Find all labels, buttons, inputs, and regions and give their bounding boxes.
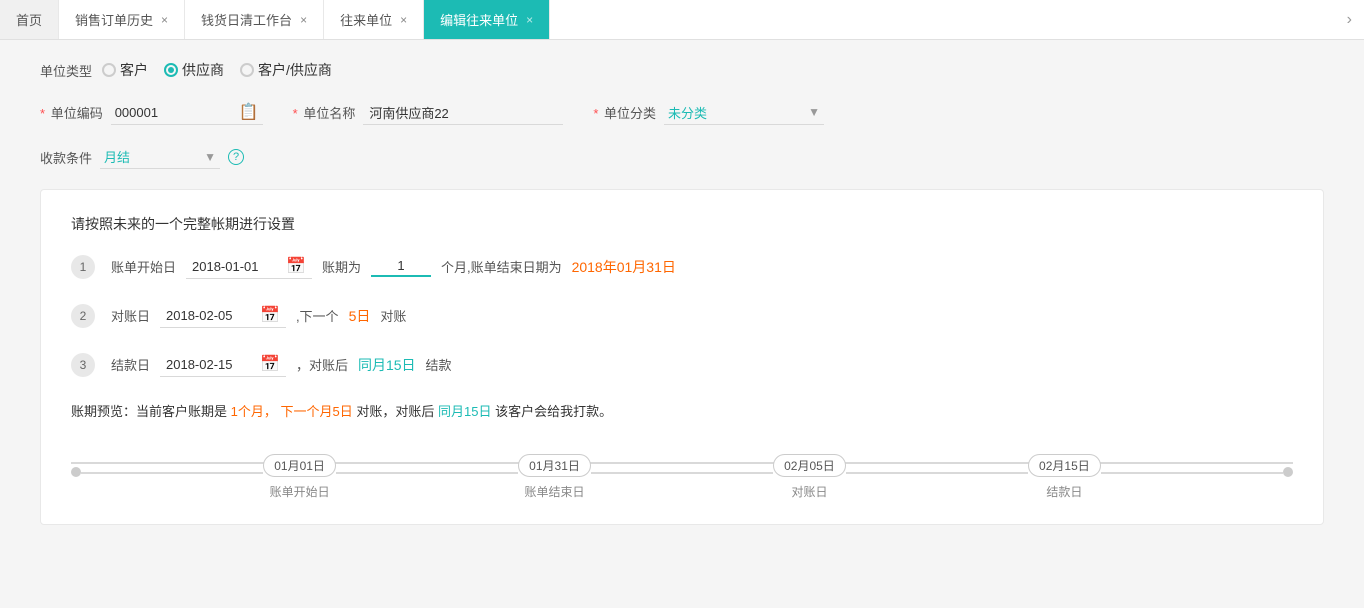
- close-tab-cash-work[interactable]: ×: [300, 13, 307, 27]
- copy-icon[interactable]: 📋: [239, 102, 259, 122]
- label-month: 个月,账单结束日期为: [441, 257, 562, 276]
- unit-code-input[interactable]: [115, 105, 235, 120]
- unit-category-field: * 单位分类 未分类 ▼: [593, 101, 824, 125]
- tab-contacts[interactable]: 往来单位 ×: [324, 0, 424, 39]
- help-icon[interactable]: ?: [228, 149, 244, 165]
- tab-edit-contact[interactable]: 编辑往来单位 ×: [424, 0, 550, 39]
- unit-name-input[interactable]: [363, 101, 563, 125]
- unit-name-label: * 单位名称: [293, 103, 356, 122]
- timeline-items: 01月01日 账单开始日 01月31日 账单结束日 02月05日 对账日 02月…: [71, 454, 1293, 500]
- label-period-before: 账期为: [322, 257, 361, 276]
- timeline-node-4: 02月15日 结款日: [1028, 454, 1101, 500]
- row-content-2: 对账日 📅 ,下一个 5日 对账: [111, 303, 406, 328]
- numbered-row-1: 1 账单开始日 📅 账期为 个月,账单结束日期为 2018年01月31日: [71, 254, 1293, 279]
- settings-card: 请按照未来的一个完整帐期进行设置 1 账单开始日 📅 账期为 个月,账单结束日期…: [40, 189, 1324, 525]
- tab-sales-history[interactable]: 销售订单历史 ×: [59, 0, 185, 39]
- radio-circle-customer: [102, 63, 116, 77]
- reconcile-prefix: ,下一个: [296, 306, 339, 325]
- reconcile-day-highlight: 5日: [349, 306, 371, 326]
- radio-customer[interactable]: 客户: [102, 60, 148, 80]
- preview-payment-date: 同月15日: [438, 404, 491, 419]
- radio-circle-supplier: [164, 63, 178, 77]
- calendar-icon-3[interactable]: 📅: [260, 354, 280, 374]
- radio-supplier[interactable]: 供应商: [164, 60, 224, 80]
- row-number-2: 2: [71, 304, 95, 328]
- unit-type-label: 单位类型: [40, 61, 92, 80]
- timeline-label-3: 对账日: [791, 483, 827, 500]
- timeline-badge-4: 02月15日: [1028, 454, 1101, 477]
- timeline-node-1: 01月01日 账单开始日: [263, 454, 336, 500]
- row-content-3: 结款日 📅 ，对账后 同月15日 结款: [111, 352, 452, 377]
- date-input-wrap-3: 📅: [160, 352, 286, 377]
- date-input-2[interactable]: [166, 308, 256, 323]
- timeline-label-4: 结款日: [1046, 483, 1082, 500]
- close-tab-sales-history[interactable]: ×: [161, 13, 168, 27]
- date-input-wrap-2: 📅: [160, 303, 286, 328]
- timeline-node-2: 01月31日 账单结束日: [518, 454, 591, 500]
- payment-chevron-icon: ▼: [204, 150, 216, 164]
- code-name-category-row: * 单位编码 📋 * 单位名称 * 单位分类 未分类 ▼: [40, 100, 1324, 125]
- timeline-start-dot: [71, 467, 81, 477]
- label-account-start: 账单开始日: [111, 257, 176, 276]
- label-reconcile: 对账日: [111, 306, 150, 325]
- numbered-row-2: 2 对账日 📅 ,下一个 5日 对账: [71, 303, 1293, 328]
- unit-code-label: * 单位编码: [40, 103, 103, 122]
- row-number-3: 3: [71, 353, 95, 377]
- radio-circle-both: [240, 63, 254, 77]
- date-input-1[interactable]: [192, 259, 282, 274]
- timeline: 01月01日 账单开始日 01月31日 账单结束日 02月05日 对账日 02月…: [71, 444, 1293, 500]
- payment-row: 收款条件 月结 ▼ ?: [40, 145, 1324, 169]
- tab-cash-work[interactable]: 钱货日清工作台 ×: [185, 0, 324, 39]
- unit-type-row: 单位类型 客户 供应商 客户/供应商: [40, 60, 1324, 80]
- row-number-1: 1: [71, 255, 95, 279]
- close-tab-edit-contact[interactable]: ×: [526, 13, 533, 27]
- payment-label: 收款条件: [40, 148, 92, 167]
- payment-select[interactable]: 月结 ▼: [100, 145, 220, 169]
- timeline-end-dot: [1283, 467, 1293, 477]
- tab-bar: 首页 销售订单历史 × 钱货日清工作台 × 往来单位 × 编辑往来单位 × ›: [0, 0, 1364, 40]
- close-tab-contacts[interactable]: ×: [400, 13, 407, 27]
- payment-suffix: 结款: [426, 355, 452, 374]
- timeline-label-1: 账单开始日: [270, 483, 330, 500]
- tab-home[interactable]: 首页: [0, 0, 59, 39]
- period-input[interactable]: [371, 256, 431, 277]
- payment-value: 月结: [104, 147, 204, 166]
- preview-months: 1个月，: [231, 404, 277, 419]
- chevron-down-icon: ▼: [808, 105, 820, 119]
- preview-text: 账期预览：当前客户账期是 1个月， 下一个月5日 对账，对账后 同月15日 该客…: [71, 401, 1293, 420]
- calendar-icon-1[interactable]: 📅: [286, 256, 306, 276]
- unit-code-input-wrap: 📋: [111, 100, 263, 125]
- unit-name-field: * 单位名称: [293, 101, 564, 125]
- label-payment: 结款日: [111, 355, 150, 374]
- timeline-badge-1: 01月01日: [263, 454, 336, 477]
- timeline-node-3: 02月05日 对账日: [773, 454, 846, 500]
- row-content-1: 账单开始日 📅 账期为 个月,账单结束日期为 2018年01月31日: [111, 254, 676, 279]
- unit-category-label: * 单位分类: [593, 103, 656, 122]
- unit-category-value: 未分类: [668, 103, 808, 122]
- tab-more-button[interactable]: ›: [1335, 0, 1364, 39]
- payment-day-highlight: 同月15日: [358, 355, 416, 375]
- timeline-label-2: 账单结束日: [525, 483, 585, 500]
- reconcile-suffix: 对账: [380, 306, 406, 325]
- main-content: 单位类型 客户 供应商 客户/供应商 * 单位编码 📋: [0, 40, 1364, 608]
- preview-reconcile-date: 下一个月5日: [281, 404, 353, 419]
- timeline-badge-2: 01月31日: [518, 454, 591, 477]
- unit-category-select[interactable]: 未分类 ▼: [664, 101, 824, 125]
- unit-type-radio-group: 客户 供应商 客户/供应商: [102, 60, 332, 80]
- end-date-highlight: 2018年01月31日: [572, 257, 676, 277]
- unit-code-field: * 单位编码 📋: [40, 100, 263, 125]
- date-input-wrap-1: 📅: [186, 254, 312, 279]
- numbered-row-3: 3 结款日 📅 ，对账后 同月15日 结款: [71, 352, 1293, 377]
- radio-both[interactable]: 客户/供应商: [240, 60, 332, 80]
- timeline-badge-3: 02月05日: [773, 454, 846, 477]
- payment-prefix: ，对账后: [296, 355, 348, 374]
- calendar-icon-2[interactable]: 📅: [260, 305, 280, 325]
- card-title: 请按照未来的一个完整帐期进行设置: [71, 214, 1293, 234]
- date-input-3[interactable]: [166, 357, 256, 372]
